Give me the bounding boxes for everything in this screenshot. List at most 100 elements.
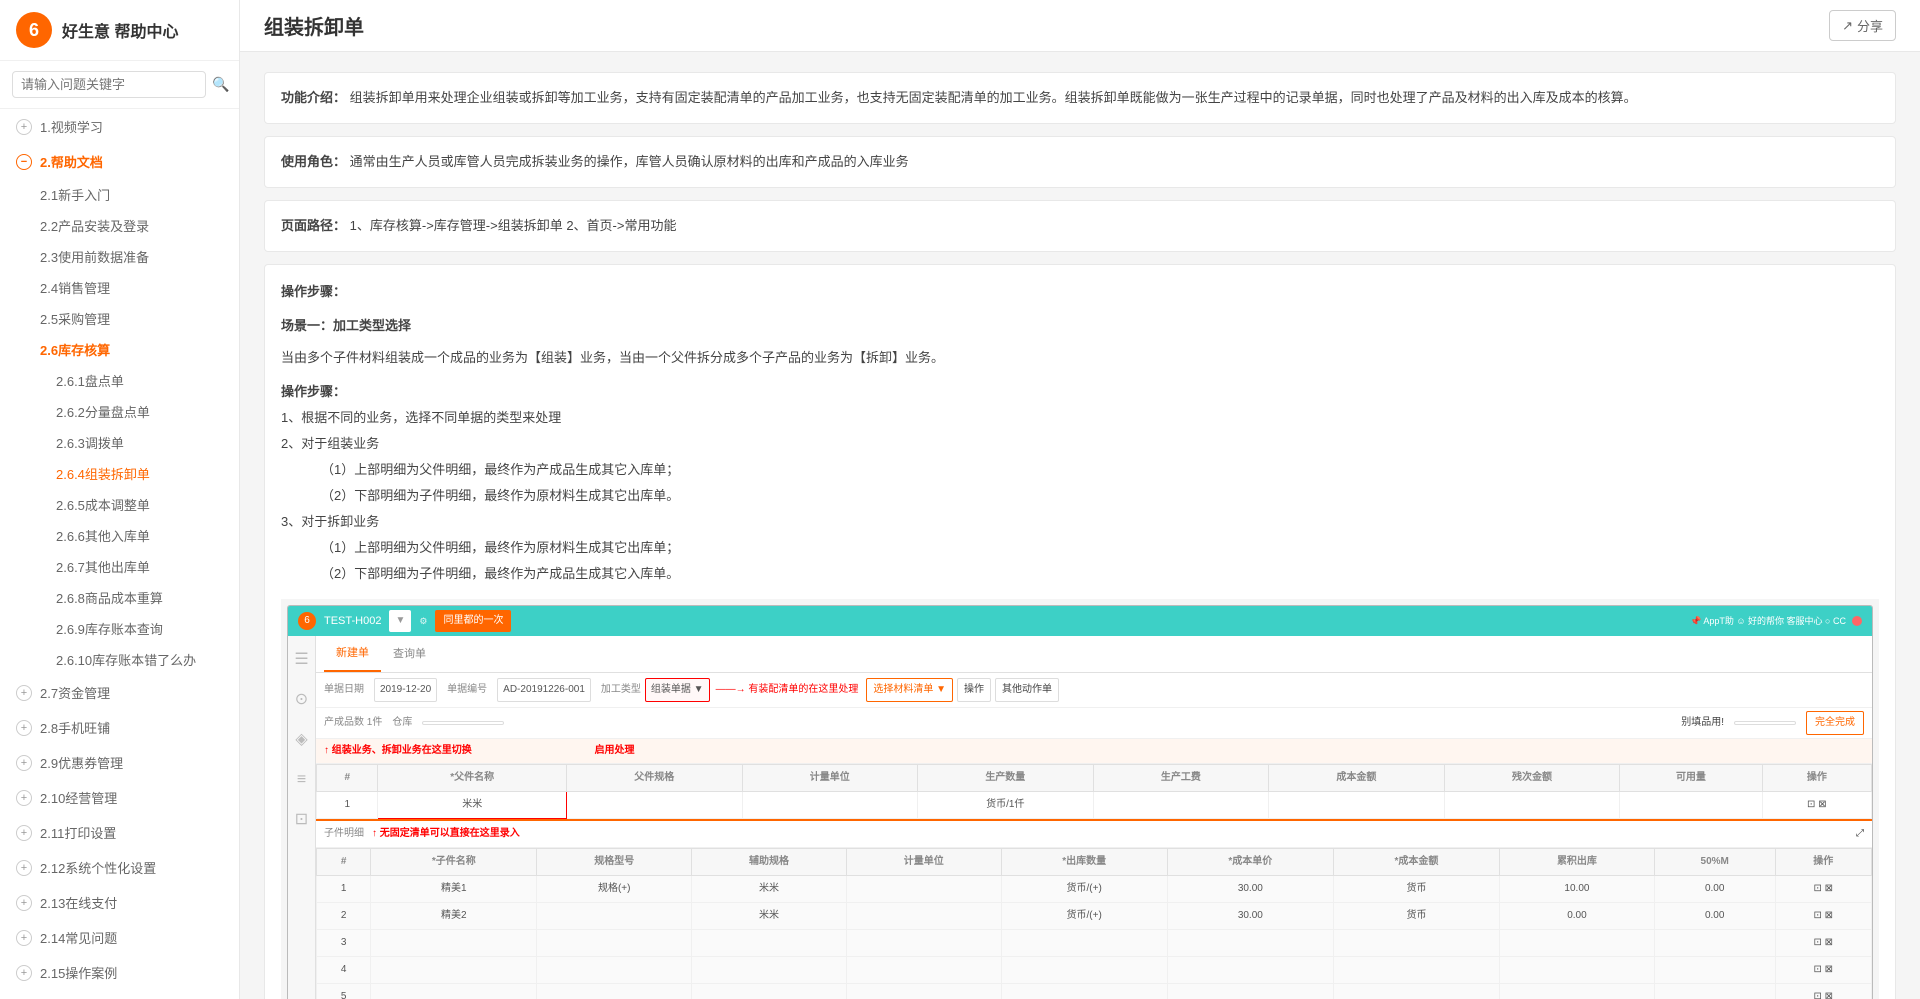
scene1-label: 场景一：加工类型选择 bbox=[281, 318, 411, 333]
sidebar-item-label: 2.12系统个性化设置 bbox=[40, 858, 156, 877]
app-sidebar-icon1: ☰ bbox=[294, 644, 308, 676]
upper-th-action: 操作 bbox=[1762, 765, 1871, 792]
upper-th-qty: 生产数量 bbox=[918, 765, 1094, 792]
step3-1: （1）上部明细为父件明细，最终作为原材料生成其它出库单； bbox=[281, 535, 1879, 561]
screenshot-area: 6 TEST-H002 ▼ ⚙ 同里都的一次 📌 AppT助 ☺ 好的帮你 客服… bbox=[281, 599, 1879, 999]
app-simulation: 6 TEST-H002 ▼ ⚙ 同里都的一次 📌 AppT助 ☺ 好的帮你 客服… bbox=[287, 605, 1873, 999]
sidebar-item-purchase[interactable]: 2.5采购管理 bbox=[0, 303, 239, 334]
path-block: 页面路径： 1、库存核算->库存管理->组装拆卸单 2、首页->常用功能 bbox=[264, 200, 1896, 252]
upper-th-spec: 父件规格 bbox=[566, 765, 742, 792]
share-label: 分享 bbox=[1857, 16, 1883, 35]
upper-th-avail: 可用量 bbox=[1620, 765, 1762, 792]
sidebar-item-2.6.6[interactable]: 2.6.6其他入库单 bbox=[0, 520, 239, 551]
upper-th-fee: 生产工费 bbox=[1093, 765, 1269, 792]
sidebar-item-custom[interactable]: + 2.12系统个性化设置 bbox=[0, 850, 239, 885]
expand-icon: + bbox=[16, 685, 32, 701]
sidebar-item-label: 2.13在线支付 bbox=[40, 893, 117, 912]
close-icon[interactable] bbox=[1852, 616, 1862, 626]
tab-query[interactable]: 查询单 bbox=[381, 637, 438, 671]
sidebar-item-2.6.5[interactable]: 2.6.5成本调整单 bbox=[0, 489, 239, 520]
search-button[interactable]: 🔍 bbox=[212, 76, 229, 93]
sidebar-item-2.6.10[interactable]: 2.6.10库存账本错了么办 bbox=[0, 644, 239, 675]
sidebar-item-2.6.2[interactable]: 2.6.2分量盘点单 bbox=[0, 396, 239, 427]
search-box: 🔍 bbox=[0, 61, 239, 109]
search-input[interactable] bbox=[12, 71, 206, 98]
sidebar-item-pay[interactable]: + 2.13在线支付 bbox=[0, 885, 239, 920]
app-toolbar-icons: 📌 AppT助 ☺ 好的帮你 客服中心 ○ CC bbox=[1690, 612, 1846, 630]
form-right-label: 别填品用! bbox=[1681, 713, 1724, 733]
steps-heading: 操作步骤： bbox=[281, 379, 1879, 405]
form-right-input[interactable] bbox=[1734, 721, 1796, 725]
sidebar: 6 好生意 帮助中心 🔍 + 1.视频学习 − 2.帮助文档 2.1新手入门 2… bbox=[0, 0, 240, 999]
ops-heading: 操作步骤： bbox=[281, 279, 1879, 305]
expand-icon: + bbox=[16, 825, 32, 841]
btn-action1[interactable]: 操作 bbox=[957, 678, 991, 702]
table-row: 1 米米 货币/1仟 bbox=[317, 792, 1872, 819]
lower-table-section: 子件明细 ↑ 无固定清单可以直接在这里录入 ⤢ bbox=[316, 819, 1872, 999]
upper-td-name[interactable]: 米米 bbox=[378, 792, 566, 819]
share-icon: ↗ bbox=[1842, 18, 1853, 34]
app-sidebar-icon3: ◈ bbox=[295, 724, 307, 756]
sidebar-item-install[interactable]: 2.2产品安装及登录 bbox=[0, 210, 239, 241]
lower-table: # *子件名称 规格型号 辅助规格 计量单位 *出库数量 *成本单价 bbox=[316, 848, 1872, 999]
sidebar-item-warehouse[interactable]: 2.6库存核算 bbox=[0, 334, 239, 365]
path-label: 页面路径： bbox=[281, 218, 346, 233]
sidebar-item-new[interactable]: 2.1新手入门 bbox=[0, 179, 239, 210]
sidebar-item-2.6.4[interactable]: 2.6.4组装拆卸单 bbox=[0, 458, 239, 489]
step2-1: （1）上部明细为父件明细，最终作为产成品生成其它入库单； bbox=[281, 457, 1879, 483]
app-sidebar-icon4: ≡ bbox=[297, 764, 306, 796]
form-type-label: 加工类型 bbox=[601, 680, 641, 700]
logo-title: 好生意 帮助中心 bbox=[62, 18, 178, 42]
sidebar-item-video[interactable]: + 1.视频学习 bbox=[0, 109, 239, 144]
expand-icon: + bbox=[16, 860, 32, 876]
annotation-fixedlist: ——→ 有装配清单的在这里处理 bbox=[716, 680, 859, 700]
app-dropdown: ▼ bbox=[389, 610, 411, 632]
sidebar-item-2.6.3[interactable]: 2.6.3调拨单 bbox=[0, 427, 239, 458]
steps-block: 操作步骤： 场景一：加工类型选择 当由多个子件材料组装成一个成品的业务为【组装】… bbox=[264, 264, 1896, 999]
step2: 2、对于组装业务 bbox=[281, 431, 1879, 457]
app-sidebar-icon2: ⊙ bbox=[295, 684, 308, 716]
sidebar-item-data[interactable]: 2.3使用前数据准备 bbox=[0, 241, 239, 272]
sidebar-item-cases[interactable]: + 2.15操作案例 bbox=[0, 955, 239, 990]
upper-th-unit: 计量单位 bbox=[742, 765, 918, 792]
sidebar-item-finance[interactable]: + 2.7资金管理 bbox=[0, 675, 239, 710]
btn-select-material[interactable]: 选择材料清单 ▼ bbox=[866, 678, 953, 702]
form-no-value[interactable]: AD-20191226-001 bbox=[497, 678, 591, 702]
btn-confirm[interactable]: 完全完成 bbox=[1806, 711, 1864, 735]
btn-action2[interactable]: 其他动作单 bbox=[995, 678, 1059, 702]
share-button[interactable]: ↗ 分享 bbox=[1829, 10, 1896, 41]
form-no-label: 单据编号 bbox=[447, 680, 487, 700]
sidebar-item-coupon[interactable]: + 2.9优惠券管理 bbox=[0, 745, 239, 780]
app-status-icon: ⚙ bbox=[419, 612, 427, 630]
sidebar-item-2.6.1[interactable]: 2.6.1盘点单 bbox=[0, 365, 239, 396]
annotation-direct-enter: ↑ 无固定清单可以直接在这里录入 bbox=[372, 824, 520, 844]
sidebar-item-label: 2.8手机旺铺 bbox=[40, 718, 110, 737]
lower-table-row: 2 精美2 米米 货币/(+) 30.00 货币 bbox=[317, 903, 1872, 930]
form-factory-input[interactable] bbox=[422, 721, 504, 725]
sidebar-item-faq[interactable]: + 2.14常见问题 bbox=[0, 920, 239, 955]
sidebar-item-2.6.8[interactable]: 2.6.8商品成本重算 bbox=[0, 582, 239, 613]
sidebar-item-label: 1.视频学习 bbox=[40, 117, 103, 136]
app-orange-btn[interactable]: 同里都的一次 bbox=[435, 610, 511, 632]
page-title: 组装拆卸单 bbox=[264, 11, 364, 40]
sidebar-item-2.6.9[interactable]: 2.6.9库存账本查询 bbox=[0, 613, 239, 644]
sidebar-item-sales[interactable]: 2.4销售管理 bbox=[0, 272, 239, 303]
form-type-select[interactable]: 组装单据 ▼ bbox=[645, 678, 710, 702]
sidebar-item-docs[interactable]: − 2.帮助文档 bbox=[0, 144, 239, 179]
expand-icon: + bbox=[16, 119, 32, 135]
lower-table-row: 1 精美1 规格(+) 米米 货币/(+) 30.00 货币 bbox=[317, 876, 1872, 903]
form-date-label: 单据日期 bbox=[324, 680, 364, 700]
lower-expand-icon: ⤢ bbox=[1856, 824, 1864, 844]
sidebar-item-print[interactable]: + 2.11打印设置 bbox=[0, 815, 239, 850]
upper-table: # *父件名称 父件规格 计量单位 生产数量 生产工费 成本金额 残次金额 bbox=[316, 764, 1872, 819]
form-date-value[interactable]: 2019-12-20 bbox=[374, 678, 437, 702]
upper-th-name: *父件名称 bbox=[378, 765, 566, 792]
sidebar-item-mobile[interactable]: + 2.8手机旺铺 bbox=[0, 710, 239, 745]
app-titlebar-id: TEST-H002 bbox=[324, 610, 381, 632]
lower-table-row: 5⊡ ⊠ bbox=[317, 984, 1872, 999]
tab-new[interactable]: 新建单 bbox=[324, 636, 381, 672]
lower-table-row: 4⊡ ⊠ bbox=[317, 957, 1872, 984]
sidebar-item-2.6.7[interactable]: 2.6.7其他出库单 bbox=[0, 551, 239, 582]
sidebar-item-ops[interactable]: + 2.10经营管理 bbox=[0, 780, 239, 815]
path-text: 1、库存核算->库存管理->组装拆卸单 2、首页->常用功能 bbox=[350, 218, 677, 233]
